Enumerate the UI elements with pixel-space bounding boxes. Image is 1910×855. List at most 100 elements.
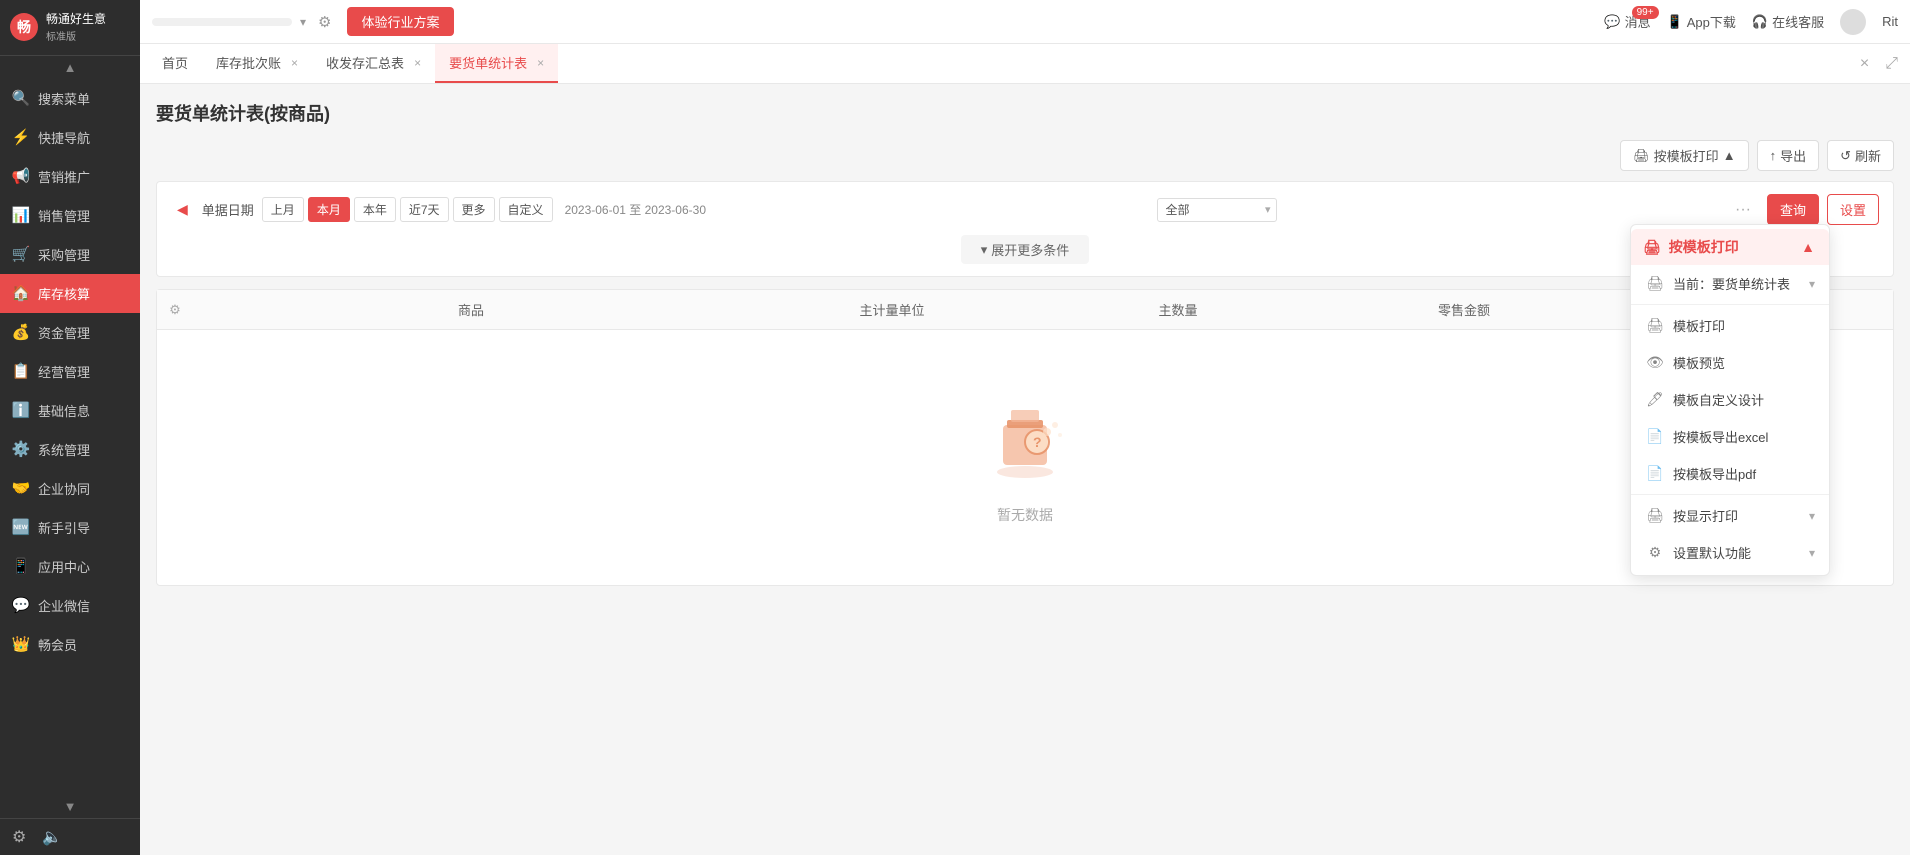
refresh-button[interactable]: ↺ 刷新	[1827, 140, 1894, 171]
tab-order-summary[interactable]: 要货单统计表 ×	[435, 44, 558, 83]
gear-icon: ⚙️	[12, 440, 30, 458]
sidebar-item-inventory[interactable]: 🏠 库存核算	[0, 274, 140, 313]
sidebar-item-finance[interactable]: 💰 资金管理	[0, 313, 140, 352]
table-settings-col[interactable]: ⚙	[157, 302, 193, 318]
message-button[interactable]: 💬 消息 99+	[1604, 12, 1650, 31]
tab-close-all-button[interactable]: ×	[1856, 51, 1873, 77]
tab-home[interactable]: 首页	[148, 44, 202, 83]
sidebar-item-marketing[interactable]: 📢 营销推广	[0, 157, 140, 196]
order-type-select[interactable]: 全部要货单退货单	[1157, 198, 1277, 222]
sidebar-item-system[interactable]: ⚙️ 系统管理	[0, 430, 140, 469]
export-button[interactable]: ↑ 导出	[1757, 140, 1820, 171]
date-range-display: 2023-06-01 至 2023-06-30	[565, 201, 706, 218]
dropdown-set-default[interactable]: ⚙ 设置默认功能 ▾	[1631, 534, 1829, 571]
expand-more-button[interactable]: ▾ 展开更多条件	[961, 235, 1090, 264]
template-preview-icon: 👁	[1647, 355, 1663, 371]
template-excel-icon: 📄	[1647, 429, 1663, 445]
prev-month-button[interactable]: 上月	[262, 197, 304, 222]
settings-button[interactable]: 设置	[1827, 194, 1879, 225]
display-print-icon: 🖨	[1647, 508, 1663, 524]
dropdown-collapse-icon[interactable]: ▲	[1801, 239, 1815, 255]
sidebar-item-label: 新手引导	[38, 518, 90, 537]
sidebar-item-quick-nav[interactable]: ⚡ 快捷导航	[0, 118, 140, 157]
current-month-button[interactable]: 本月	[308, 197, 350, 222]
user-avatar[interactable]	[1840, 9, 1866, 35]
sidebar-item-label: 采购管理	[38, 245, 90, 264]
sidebar-item-label: 资金管理	[38, 323, 90, 342]
more-options-dots[interactable]: ···	[1727, 197, 1759, 223]
clipboard-icon: 📋	[12, 362, 30, 380]
topbar-gear-icon[interactable]: ⚙	[318, 13, 331, 31]
empty-text: 暂无数据	[997, 505, 1053, 525]
sidebar-item-label: 基础信息	[38, 401, 90, 420]
set-default-icon: ⚙	[1647, 545, 1663, 561]
app-download-button[interactable]: 📱 App下载	[1667, 12, 1736, 31]
tab-batch-account-close[interactable]: ×	[291, 56, 298, 70]
tabbar-actions: × ⤢	[1856, 44, 1902, 83]
tab-order-summary-close[interactable]: ×	[537, 56, 544, 70]
svg-text:?: ?	[1033, 434, 1042, 450]
dropdown-divider-1	[1631, 304, 1829, 305]
tab-home-label: 首页	[162, 53, 188, 72]
last-7-days-button[interactable]: 近7天	[400, 197, 449, 222]
dropdown-template-export-pdf[interactable]: 📄 按模板导出pdf	[1631, 455, 1829, 492]
info-icon: ℹ️	[12, 401, 30, 419]
dropdown-template-print[interactable]: 🖨 模板打印	[1631, 307, 1829, 344]
query-button[interactable]: 查询	[1767, 194, 1819, 225]
new-icon: 🆕	[12, 518, 30, 536]
tab-expand-button[interactable]: ⤢	[1881, 51, 1902, 77]
sidebar-item-apps[interactable]: 📱 应用中心	[0, 547, 140, 586]
current-year-button[interactable]: 本年	[354, 197, 396, 222]
refresh-icon: ↺	[1840, 148, 1851, 164]
more-date-button[interactable]: 更多	[453, 197, 495, 222]
dropdown-template-design[interactable]: 🖊 模板自定义设计	[1631, 381, 1829, 418]
dropdown-template-export-excel[interactable]: 📄 按模板导出excel	[1631, 418, 1829, 455]
dropdown-template-preview[interactable]: 👁 模板预览	[1631, 344, 1829, 381]
sidebar-scroll-down[interactable]: ▼	[0, 795, 140, 818]
sidebar-item-label: 营销推广	[38, 167, 90, 186]
tab-order-summary-label: 要货单统计表	[449, 53, 527, 72]
topbar-right: 💬 消息 99+ 📱 App下载 🎧 在线客服 Rit	[1604, 9, 1898, 35]
th-quantity: 主数量	[1035, 300, 1321, 319]
empty-illustration: ?	[975, 390, 1075, 490]
expand-icon: ▾	[981, 242, 988, 258]
expand-row: ▾ 展开更多条件	[171, 235, 1879, 264]
date-buttons: 上月 本月 本年 近7天 更多 自定义	[262, 197, 553, 222]
sidebar-item-member[interactable]: 👑 畅会员	[0, 625, 140, 664]
cart-icon: 🛒	[12, 245, 30, 263]
sidebar-item-purchase[interactable]: 🛒 采购管理	[0, 235, 140, 274]
sidebar-item-label: 库存核算	[38, 284, 90, 303]
sidebar-item-search[interactable]: 🔍 搜索菜单	[0, 79, 140, 118]
tab-collection-summary-close[interactable]: ×	[414, 56, 421, 70]
message-badge: 99+	[1632, 6, 1659, 19]
print-button[interactable]: 🖨 按模板打印 ▲	[1620, 140, 1748, 171]
sidebar-item-sales[interactable]: 📊 销售管理	[0, 196, 140, 235]
tab-batch-account[interactable]: 库存批次账 ×	[202, 44, 312, 83]
dropdown-current-item[interactable]: 🖨 当前：要货单统计表 ▾	[1631, 265, 1829, 302]
tab-collection-summary[interactable]: 收发存汇总表 ×	[312, 44, 435, 83]
sidebar-item-basic[interactable]: ℹ️ 基础信息	[0, 391, 140, 430]
crown-icon: 👑	[12, 635, 30, 653]
order-type-select-wrap: 全部要货单退货单	[1157, 198, 1277, 222]
dropdown-display-print[interactable]: 🖨 按显示打印 ▾	[1631, 497, 1829, 534]
lightning-icon: ⚡	[12, 128, 30, 146]
online-service-button[interactable]: 🎧 在线客服	[1752, 12, 1824, 31]
dropdown-header-label: 按模板打印	[1669, 237, 1739, 257]
chart-icon: 📊	[12, 206, 30, 224]
filter-collapse-button[interactable]: ◀	[171, 197, 194, 222]
current-chevron-icon: ▾	[1809, 277, 1815, 291]
sidebar-item-operations[interactable]: 📋 经营管理	[0, 352, 140, 391]
sidebar-item-guide[interactable]: 🆕 新手引导	[0, 508, 140, 547]
topbar-dropdown-arrow[interactable]: ▾	[300, 15, 306, 29]
sidebar-item-enterprise[interactable]: 🤝 企业协同	[0, 469, 140, 508]
sidebar-item-label: 搜索菜单	[38, 89, 90, 108]
settings-footer-icon[interactable]: ⚙	[12, 827, 26, 847]
sidebar-item-wechat[interactable]: 💬 企业微信	[0, 586, 140, 625]
sidebar-scroll-up[interactable]: ▲	[0, 56, 140, 79]
sidebar-item-label: 企业协同	[38, 479, 90, 498]
dropdown-header-left: 🖨 按模板打印	[1643, 237, 1739, 257]
sound-footer-icon[interactable]: 🔈	[42, 827, 62, 847]
sidebar-item-label: 畅会员	[38, 635, 77, 654]
custom-date-button[interactable]: 自定义	[499, 197, 553, 222]
industry-solution-button[interactable]: 体验行业方案	[347, 7, 453, 36]
